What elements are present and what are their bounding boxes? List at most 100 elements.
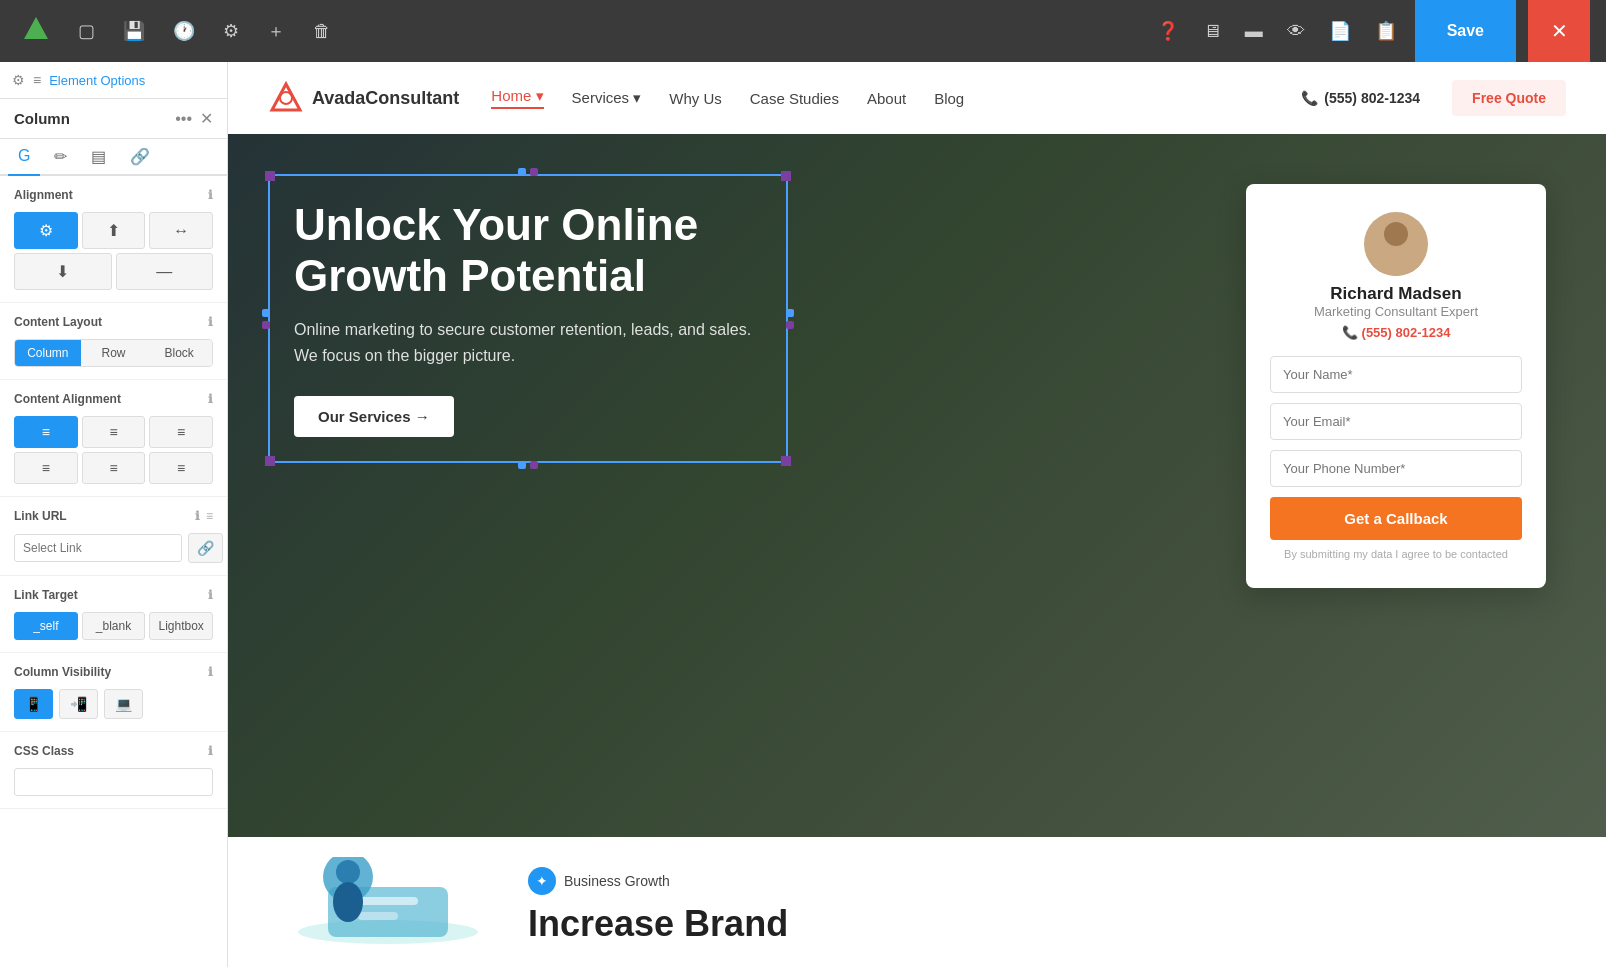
dot-purple-3	[262, 321, 270, 329]
add-icon[interactable]: ＋	[261, 13, 291, 49]
content-align-left[interactable]: ≡	[14, 416, 78, 448]
file-icon[interactable]: 📄	[1323, 14, 1357, 48]
css-class-info-icon[interactable]: ℹ	[208, 744, 213, 758]
trash-icon[interactable]: 🗑	[307, 15, 337, 48]
nav-blog[interactable]: Blog	[934, 90, 964, 107]
vis-mobile-btn[interactable]: 💻	[104, 689, 143, 719]
handle-tl[interactable]	[265, 171, 275, 181]
link-target-self[interactable]: _self	[14, 612, 78, 640]
content-alignment-title: Content Alignment ℹ	[14, 392, 213, 406]
content-align-right[interactable]: ≡	[149, 416, 213, 448]
handle-left[interactable]	[262, 309, 270, 329]
nav-about[interactable]: About	[867, 90, 906, 107]
handle-br[interactable]	[781, 456, 791, 466]
settings-icon[interactable]: ⚙	[12, 72, 25, 88]
alignment-info-icon[interactable]: ℹ	[208, 188, 213, 202]
logo-text: AvadaConsultant	[312, 88, 459, 109]
handle-right[interactable]	[786, 309, 794, 329]
site-nav: Home ▾ Services ▾ Why Us Case Studies Ab…	[491, 87, 1269, 109]
link-url-btn[interactable]: 🔗	[188, 533, 223, 563]
panel-tabs: G ✏ ▤ 🔗	[0, 139, 227, 176]
link-target-section: Link Target ℹ _self _blank Lightbox	[0, 576, 227, 653]
tablet-icon[interactable]: ▬	[1239, 15, 1269, 48]
list-icon[interactable]: ≡	[33, 72, 41, 88]
tab-layout[interactable]: ▤	[81, 139, 116, 176]
bottom-svg	[288, 857, 488, 947]
content-align-5[interactable]: ≡	[82, 452, 146, 484]
svg-marker-0	[24, 17, 48, 39]
column-visibility-section: Column Visibility ℹ 📱 📲 💻	[0, 653, 227, 732]
link-url-info-icon[interactable]: ℹ	[195, 509, 200, 523]
pages-icon[interactable]: ▢	[72, 14, 101, 48]
increase-title: Increase Brand	[528, 903, 1546, 945]
preview-icon[interactable]: 👁	[1281, 15, 1311, 48]
form-email-input[interactable]	[1270, 403, 1522, 440]
logo-svg	[268, 80, 304, 116]
align-btn-bottomright[interactable]: —	[116, 253, 214, 290]
content-layout-info-icon[interactable]: ℹ	[208, 315, 213, 329]
save-icon[interactable]: 💾	[117, 14, 151, 48]
align-btn-topright[interactable]: ↔	[149, 212, 213, 249]
align-btn-topleft[interactable]: ⚙	[14, 212, 78, 249]
column-visibility-info-icon[interactable]: ℹ	[208, 665, 213, 679]
svg-point-2	[280, 92, 292, 104]
elements-icon[interactable]: ⚙	[217, 14, 245, 48]
site-logo[interactable]: AvadaConsultant	[268, 80, 459, 116]
layout-block-btn[interactable]: Block	[146, 340, 212, 366]
nav-why-us[interactable]: Why Us	[669, 90, 722, 107]
link-target-blank[interactable]: _blank	[82, 612, 146, 640]
history-icon[interactable]: 🕐	[167, 14, 201, 48]
panel-title-actions[interactable]: ••• ✕	[175, 109, 213, 128]
nav-case-studies[interactable]: Case Studies	[750, 90, 839, 107]
nav-home[interactable]: Home ▾	[491, 87, 543, 109]
form-submit-button[interactable]: Get a Callback	[1270, 497, 1522, 540]
handle-bl[interactable]	[265, 456, 275, 466]
dot-blue-1	[518, 168, 526, 176]
align-btn-bottomleft[interactable]: ⬇	[14, 253, 112, 290]
free-quote-button[interactable]: Free Quote	[1452, 80, 1566, 116]
svg-rect-9	[358, 897, 418, 905]
hero-cta-button[interactable]: Our Services →	[294, 396, 454, 437]
tab-design[interactable]: ✏	[44, 139, 77, 176]
css-class-input[interactable]	[14, 768, 213, 796]
content-align-6[interactable]: ≡	[149, 452, 213, 484]
hero-subtitle: Online marketing to secure customer rete…	[294, 317, 762, 368]
panel-close-icon[interactable]: ✕	[200, 109, 213, 128]
desktop-icon[interactable]: 🖥	[1197, 15, 1227, 48]
form-phone-icon: 📞	[1342, 325, 1358, 340]
link-target-info-icon[interactable]: ℹ	[208, 588, 213, 602]
bottom-right-content: ✦ Business Growth Increase Brand	[528, 857, 1546, 945]
save-button[interactable]: Save	[1415, 0, 1516, 62]
content-align-center[interactable]: ≡	[82, 416, 146, 448]
form-phone-input[interactable]	[1270, 450, 1522, 487]
content-alignment-info-icon[interactable]: ℹ	[208, 392, 213, 406]
dot-blue-2	[518, 461, 526, 469]
handle-top[interactable]	[518, 168, 538, 176]
form-name-input[interactable]	[1270, 356, 1522, 393]
handle-tr[interactable]	[781, 171, 791, 181]
layout-row-btn[interactable]: Row	[81, 340, 147, 366]
link-url-extra-icon[interactable]: ≡	[206, 509, 213, 523]
nav-services[interactable]: Services ▾	[572, 89, 642, 107]
close-button[interactable]: ✕	[1528, 0, 1590, 62]
handle-bottom[interactable]	[518, 461, 538, 469]
vis-tablet-btn[interactable]: 📲	[59, 689, 98, 719]
content-alignment-section: Content Alignment ℹ ≡ ≡ ≡ ≡ ≡ ≡	[0, 380, 227, 497]
link-url-input[interactable]	[14, 534, 182, 562]
layout-column-btn[interactable]: Column	[15, 340, 81, 366]
vis-desktop-btn[interactable]: 📱	[14, 689, 53, 719]
file2-icon[interactable]: 📋	[1369, 14, 1403, 48]
tab-link[interactable]: 🔗	[120, 139, 160, 176]
column-visibility-title: Column Visibility ℹ	[14, 665, 213, 679]
brand-icon[interactable]	[16, 9, 56, 54]
panel-title-row: Column ••• ✕	[0, 99, 227, 139]
more-icon[interactable]: •••	[175, 110, 192, 128]
align-btn-topcenter[interactable]: ⬆	[82, 212, 146, 249]
help-icon[interactable]: ❓	[1151, 14, 1185, 48]
avatar-svg	[1364, 212, 1428, 276]
tab-general[interactable]: G	[8, 139, 40, 176]
link-target-lightbox[interactable]: Lightbox	[149, 612, 213, 640]
content-align-4[interactable]: ≡	[14, 452, 78, 484]
content-layout-group: Column Row Block	[14, 339, 213, 367]
content-alignment-grid: ≡ ≡ ≡ ≡ ≡ ≡	[14, 416, 213, 484]
